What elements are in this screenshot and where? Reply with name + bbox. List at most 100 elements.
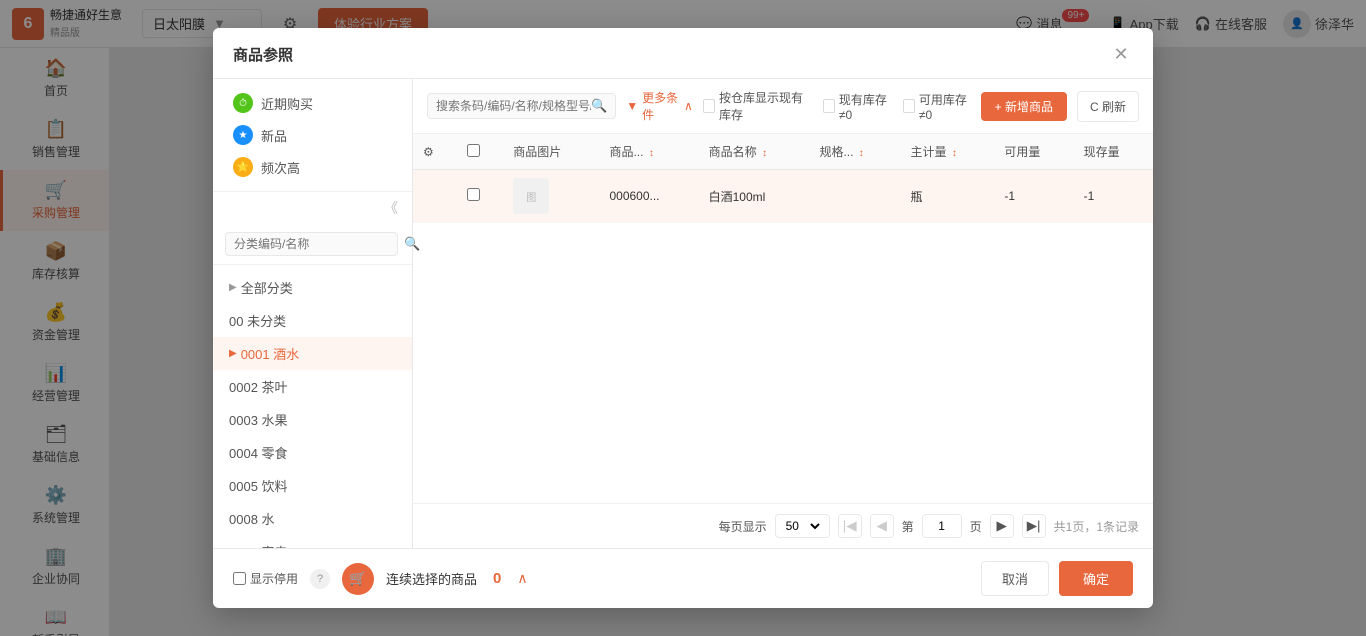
checkbox-icon <box>703 99 715 113</box>
category-label: 0004 零食 <box>229 443 288 462</box>
arrow-right-icon: ▶ <box>229 348 237 359</box>
check-available-ne0[interactable]: 现有库存≠0 <box>823 91 891 122</box>
col-checkbox <box>457 134 504 170</box>
product-search-box: 🔍 <box>427 93 616 119</box>
modal-header: 商品参照 ✕ <box>213 28 1153 79</box>
row-checkbox-cell <box>457 170 504 223</box>
table-header-row: ⚙ 商品图片 商品... ↕ <box>413 134 1153 170</box>
show-disabled-label: 显示停用 <box>250 570 298 587</box>
row-checkbox[interactable] <box>467 188 480 201</box>
search-icon[interactable]: 🔍 <box>591 98 607 114</box>
recent-label: 近期购买 <box>261 94 313 113</box>
last-page-button[interactable]: ▶| <box>1022 514 1046 538</box>
checkbox-icon <box>903 99 915 113</box>
arrow-right-icon: ▶ <box>229 282 237 293</box>
check-label: 可用库存≠0 <box>919 91 971 122</box>
modal-body: ⏱ 近期购买 ★ 新品 ⭐ 频次高 《 <box>213 79 1153 548</box>
page-unit-label: 页 <box>970 518 982 535</box>
close-button[interactable]: ✕ <box>1109 42 1133 66</box>
category-search-area: 🔍 <box>213 224 412 265</box>
cart-button[interactable]: 🛒 <box>342 563 374 595</box>
product-thumbnail: 图 <box>513 178 549 214</box>
category-item-0008[interactable]: 0008 水 <box>213 502 412 535</box>
product-search-input[interactable] <box>436 99 591 113</box>
category-label: 全部分类 <box>241 278 293 297</box>
category-label: 00 未分类 <box>229 311 286 330</box>
table-row[interactable]: 图 000600... 白酒100ml 瓶 -1 -1 <box>413 170 1153 223</box>
row-spec-cell <box>809 170 900 223</box>
modal-footer: 显示停用 ? 🛒 连续选择的商品 0 ∧ 取消 确定 <box>213 548 1153 608</box>
more-conditions-button[interactable]: ▼ 更多条件 ∧ <box>626 89 693 123</box>
footer-left: 显示停用 <box>233 570 298 587</box>
per-page-label: 每页显示 <box>719 518 767 535</box>
category-label: 0008 水 <box>229 509 275 528</box>
quick-nav: ⏱ 近期购买 ★ 新品 ⭐ 频次高 <box>213 79 412 192</box>
next-page-button[interactable]: ▶ <box>990 514 1014 538</box>
pagination: 每页显示 50 10 20 100 |◀ ◀ 第 <box>413 503 1153 548</box>
show-disabled-checkbox[interactable]: 显示停用 <box>233 570 298 587</box>
cancel-button[interactable]: 取消 <box>981 561 1049 596</box>
new-product-nav[interactable]: ★ 新品 <box>225 119 400 151</box>
col-spec[interactable]: 规格... ↕ <box>809 134 900 170</box>
panel-collapse-button[interactable]: 《 <box>378 196 404 220</box>
check-by-warehouse[interactable]: 按仓库显示现有库存 <box>703 89 811 123</box>
more-conditions-label: 更多条件 <box>642 89 680 123</box>
settings-icon[interactable]: ⚙ <box>423 145 434 159</box>
category-item-0005[interactable]: 0005 饮料 <box>213 469 412 502</box>
check-label: 现有库存≠0 <box>839 91 891 122</box>
category-item-0004[interactable]: 0004 零食 <box>213 436 412 469</box>
row-settings-cell <box>413 170 457 223</box>
per-page-select[interactable]: 50 10 20 100 <box>782 518 823 534</box>
category-search-input[interactable] <box>225 232 398 256</box>
col-name[interactable]: 商品名称 ↕ <box>699 134 810 170</box>
category-item-0002[interactable]: 0002 茶叶 <box>213 370 412 403</box>
page-number-input[interactable] <box>922 514 962 538</box>
product-table-area: ⚙ 商品图片 商品... ↕ <box>413 134 1153 548</box>
filter-bar: 🔍 ▼ 更多条件 ∧ 按仓库显示现有库存 现 <box>413 79 1153 134</box>
category-panel: ⏱ 近期购买 ★ 新品 ⭐ 频次高 《 <box>213 79 413 548</box>
row-name-cell: 白酒100ml <box>699 170 810 223</box>
check-label: 按仓库显示现有库存 <box>719 89 811 123</box>
row-available-cell: -1 <box>994 170 1073 223</box>
row-image-cell: 图 <box>503 170 599 223</box>
row-unit-cell: 瓶 <box>901 170 995 223</box>
select-count: 0 <box>493 570 501 587</box>
first-page-button[interactable]: |◀ <box>838 514 862 538</box>
chevron-up-icon: ∧ <box>684 99 693 113</box>
star-icon: ⭐ <box>233 157 253 177</box>
category-item-00[interactable]: 00 未分类 <box>213 304 412 337</box>
category-item-all[interactable]: ▶ 全部分类 <box>213 271 412 304</box>
category-item-0003[interactable]: 0003 水果 <box>213 403 412 436</box>
category-item-0001[interactable]: ▶ 0001 酒水 <box>213 337 412 370</box>
col-code[interactable]: 商品... ↕ <box>599 134 698 170</box>
col-stock: 现存量 <box>1074 134 1153 170</box>
select-all-checkbox[interactable] <box>467 144 480 157</box>
add-product-button[interactable]: + 新增商品 <box>981 92 1067 121</box>
col-unit[interactable]: 主计量 ↕ <box>901 134 995 170</box>
checkbox-icon <box>823 99 835 113</box>
check-usable-ne0[interactable]: 可用库存≠0 <box>903 91 971 122</box>
filter-checkboxes: 按仓库显示现有库存 现有库存≠0 可用库存≠0 <box>703 89 971 123</box>
disabled-checkbox-input[interactable] <box>233 572 246 585</box>
prev-page-button[interactable]: ◀ <box>870 514 894 538</box>
confirm-button[interactable]: 确定 <box>1059 561 1133 596</box>
category-label: 0003 水果 <box>229 410 288 429</box>
frequent-label: 频次高 <box>261 158 300 177</box>
collapse-footer-icon[interactable]: ∧ <box>517 570 527 587</box>
category-item-0010[interactable]: 0010 家电 <box>213 535 412 548</box>
category-label: 0001 酒水 <box>241 344 300 363</box>
modal-overlay[interactable]: 商品参照 ✕ ⏱ 近期购买 ★ 新品 ⭐ <box>0 0 1366 636</box>
per-page-select-wrapper: 50 10 20 100 <box>775 514 830 538</box>
product-reference-modal: 商品参照 ✕ ⏱ 近期购买 ★ 新品 ⭐ <box>213 28 1153 608</box>
page-total: 共1页，1条记录 <box>1054 518 1139 535</box>
sort-icon: ↕ <box>649 148 654 159</box>
help-icon[interactable]: ? <box>310 569 330 589</box>
row-code-cell: 000600... <box>599 170 698 223</box>
frequent-nav[interactable]: ⭐ 频次高 <box>225 151 400 183</box>
col-available: 可用量 <box>994 134 1073 170</box>
sort-icon: ↕ <box>859 148 864 159</box>
recent-buy-nav[interactable]: ⏱ 近期购买 <box>225 87 400 119</box>
refresh-button[interactable]: C 刷新 <box>1077 91 1139 122</box>
row-stock-cell: -1 <box>1074 170 1153 223</box>
sort-icon: ↕ <box>762 148 767 159</box>
